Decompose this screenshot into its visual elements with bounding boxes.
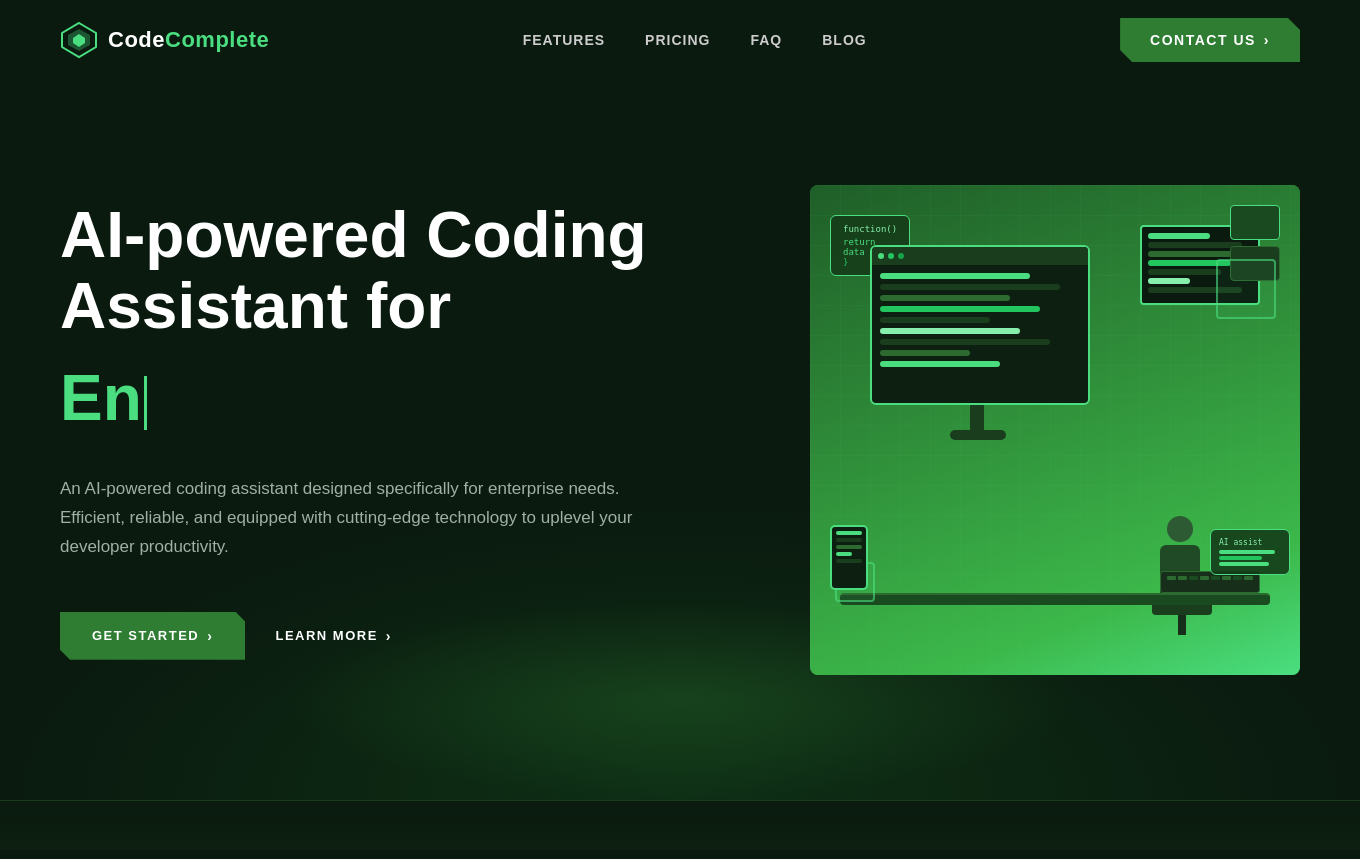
float-card-bottom: AI assist xyxy=(1210,529,1290,575)
hero-description: An AI-powered coding assistant designed … xyxy=(60,475,640,562)
get-started-arrow-icon: › xyxy=(207,628,213,644)
hero-section: AI-powered Coding Assistant for En An AI… xyxy=(0,80,1360,800)
hero-title: AI-powered Coding Assistant for xyxy=(60,200,710,341)
get-started-button[interactable]: GET STARTED › xyxy=(60,612,245,660)
monitor-stand xyxy=(970,405,984,430)
cursor-icon xyxy=(144,376,147,430)
logo[interactable]: CodeComplete xyxy=(60,21,269,59)
hero-image-container: function() return data } xyxy=(810,185,1300,675)
learn-more-arrow-icon: › xyxy=(386,628,392,644)
monitor-main xyxy=(870,245,1090,405)
nav-pricing[interactable]: PRICING xyxy=(645,32,710,48)
hero-content: AI-powered Coding Assistant for En An AI… xyxy=(60,200,710,659)
nav-blog[interactable]: BLOG xyxy=(822,32,866,48)
hero-typed-text: En xyxy=(60,361,710,435)
nav-features[interactable]: FEATURES xyxy=(523,32,605,48)
nav-links: FEATURES PRICING FAQ BLOG xyxy=(523,32,867,48)
logo-text: CodeComplete xyxy=(108,27,269,53)
chair-leg xyxy=(1178,615,1186,635)
mobile-device xyxy=(830,525,868,590)
learn-more-button[interactable]: LEARN MORE › xyxy=(275,628,392,644)
bottom-bar xyxy=(0,800,1360,850)
hero-actions: GET STARTED › LEARN MORE › xyxy=(60,612,710,660)
contact-us-button[interactable]: CONTACT US › xyxy=(1120,18,1300,62)
glow-square-1 xyxy=(1216,259,1276,319)
logo-icon xyxy=(60,21,98,59)
navbar: CodeComplete FEATURES PRICING FAQ BLOG C… xyxy=(0,0,1360,80)
hero-illustration: function() return data } xyxy=(810,185,1300,675)
desk-surface xyxy=(840,593,1270,605)
contact-arrow-icon: › xyxy=(1264,32,1270,48)
monitor-base xyxy=(950,430,1006,440)
nav-faq[interactable]: FAQ xyxy=(750,32,782,48)
